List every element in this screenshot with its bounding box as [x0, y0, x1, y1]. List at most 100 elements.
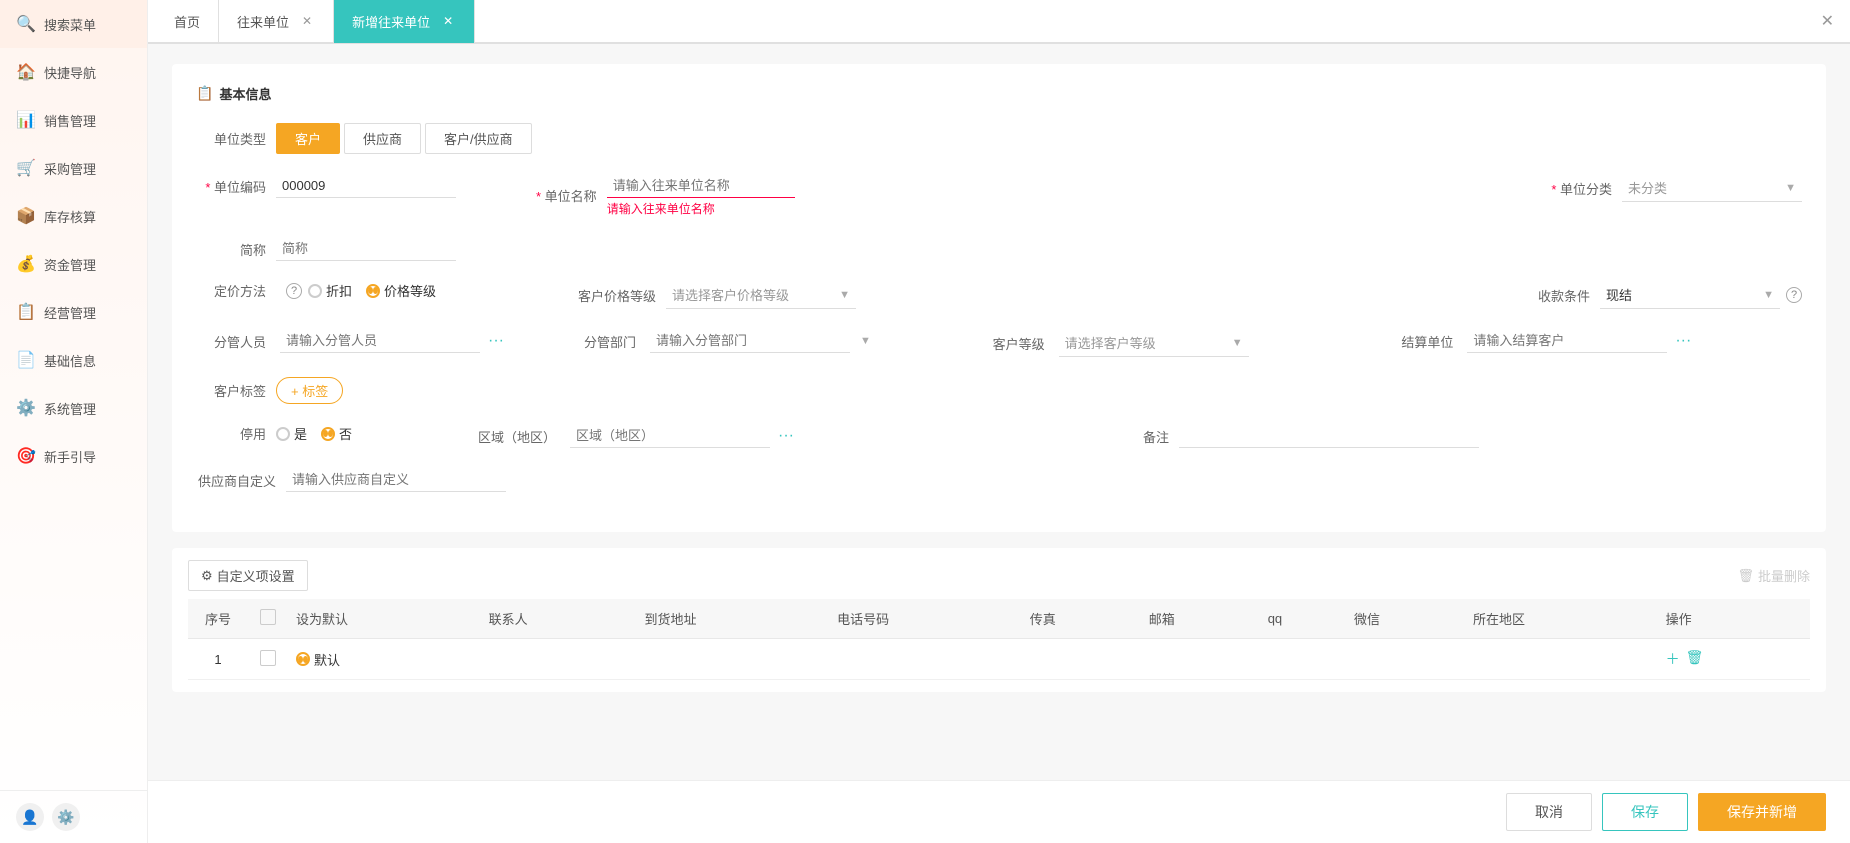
- unit-code-group: 单位编码: [196, 174, 536, 198]
- region-input[interactable]: [570, 424, 770, 448]
- cancel-button[interactable]: 取消: [1506, 793, 1592, 831]
- sidebar-item-guide[interactable]: 🎯新手引导: [0, 432, 147, 480]
- pricing-radio-discount[interactable]: 折扣: [308, 281, 352, 300]
- unit-type-buttons: 客户供应商客户/供应商: [276, 123, 532, 154]
- unit-code-label: 单位编码: [196, 177, 276, 196]
- settings-icon[interactable]: ⚙️: [52, 803, 80, 831]
- cell-email: [1141, 639, 1260, 680]
- region-group: 区域（地区） ···: [476, 424, 1139, 448]
- department-input[interactable]: [650, 329, 850, 353]
- search-icon: 🔍: [16, 14, 36, 34]
- cell-seq: 1: [188, 639, 248, 680]
- note-label: 备注: [1139, 427, 1179, 446]
- department-label: 分管部门: [576, 332, 646, 351]
- custom-settings-button[interactable]: ⚙ 自定义项设置: [188, 560, 308, 591]
- unit-code-input[interactable]: [276, 174, 456, 198]
- unit-type-both-button[interactable]: 客户/供应商: [425, 123, 532, 154]
- add-row-button[interactable]: ＋: [1666, 649, 1680, 669]
- customer-level-select[interactable]: 请选择客户等级 ▼: [1059, 329, 1249, 357]
- sales-icon: 📊: [16, 110, 36, 130]
- disabled-radio-no[interactable]: 否: [321, 424, 352, 443]
- system-icon: ⚙️: [16, 398, 36, 418]
- region-more-icon[interactable]: ···: [774, 427, 798, 445]
- unit-category-select[interactable]: 未分类 ▼: [1622, 174, 1802, 202]
- contacts-table: 序号 设为默认 联系人 到货地址 电话号码 传真 邮箱 qq 微信 所在地区 操…: [188, 599, 1810, 680]
- payment-terms-group: 收款条件 现结 ▼ ?: [1189, 281, 1802, 309]
- unit-type-group: 单位类型 客户供应商客户/供应商: [196, 123, 1802, 154]
- col-contact: 联系人: [481, 599, 637, 639]
- unit-name-error: 请输入往来单位名称: [607, 200, 795, 217]
- yes-disabled-label: 是: [294, 424, 307, 443]
- default-radio-circle: [296, 652, 310, 666]
- sidebar-bottom: 👤 ⚙️: [0, 790, 147, 843]
- region-label: 区域（地区）: [476, 427, 566, 446]
- note-input[interactable]: [1179, 424, 1479, 448]
- supplier-custom-input[interactable]: [286, 468, 506, 492]
- pricing-radio-group: 折扣 价格等级: [308, 281, 436, 300]
- customer-price-select[interactable]: 请选择客户价格等级 ▼: [666, 281, 856, 309]
- no-disabled-label: 否: [339, 424, 352, 443]
- sidebar-search[interactable]: 🔍 搜索菜单: [0, 0, 147, 48]
- row-default-radio[interactable]: 默认: [296, 650, 473, 669]
- payment-help-icon[interactable]: ?: [1786, 287, 1802, 303]
- gear-icon: ⚙: [201, 568, 213, 584]
- tab-label: 首页: [174, 12, 200, 31]
- section-title: 📋 基本信息: [196, 84, 1802, 103]
- col-address: 到货地址: [636, 599, 829, 639]
- tab-partners[interactable]: 往来单位✕: [219, 0, 334, 43]
- settlement-input[interactable]: [1467, 329, 1667, 353]
- add-tag-button[interactable]: + 标签: [276, 377, 343, 404]
- disabled-label: 停用: [196, 424, 276, 443]
- unit-name-input[interactable]: [607, 174, 795, 198]
- short-name-group: 简称: [196, 237, 536, 261]
- settlement-more-icon[interactable]: ···: [1671, 332, 1695, 350]
- row-checkbox[interactable]: [260, 650, 276, 666]
- sidebar-item-inventory[interactable]: 📦库存核算: [0, 192, 147, 240]
- tab-new-partner[interactable]: 新增往来单位✕: [334, 0, 475, 43]
- payment-terms-select[interactable]: 现结 ▼: [1600, 281, 1780, 309]
- unit-type-supplier-button[interactable]: 供应商: [344, 123, 421, 154]
- sidebar-item-basics[interactable]: 📄基础信息: [0, 336, 147, 384]
- select-all-checkbox[interactable]: [260, 609, 276, 625]
- user-avatar[interactable]: 👤: [16, 803, 44, 831]
- save-new-button[interactable]: 保存并新增: [1698, 793, 1826, 831]
- pricing-radio-price-level[interactable]: 价格等级: [366, 281, 436, 300]
- sidebar-item-purchase[interactable]: 🛒采购管理: [0, 144, 147, 192]
- sidebar-item-label: 系统管理: [44, 399, 96, 418]
- sidebar-item-sales[interactable]: 📊销售管理: [0, 96, 147, 144]
- sidebar-item-system[interactable]: ⚙️ 系统管理: [0, 384, 147, 432]
- sidebar-item-finance[interactable]: 💰资金管理: [0, 240, 147, 288]
- payment-terms-label: 收款条件: [1530, 286, 1600, 305]
- department-select[interactable]: ▼: [854, 331, 877, 351]
- col-default: 设为默认: [288, 599, 481, 639]
- disabled-radio-yes[interactable]: 是: [276, 424, 307, 443]
- pricing-method-label: 定价方法: [196, 281, 276, 300]
- col-checkbox: [248, 599, 288, 639]
- unit-category-group: 单位分类 未分类 ▼: [1169, 174, 1802, 202]
- note-group: 备注: [1139, 424, 1802, 448]
- sidebar-item-operations[interactable]: 📋经营管理: [0, 288, 147, 336]
- manager-label: 分管人员: [196, 332, 276, 351]
- save-button[interactable]: 保存: [1602, 793, 1688, 831]
- cell-qq: [1260, 639, 1346, 680]
- unit-type-customer-button[interactable]: 客户: [276, 123, 340, 154]
- settlement-group: 结算单位 ···: [1393, 329, 1802, 353]
- close-all-button[interactable]: ✕: [1813, 7, 1842, 35]
- pricing-help-icon[interactable]: ?: [286, 283, 302, 299]
- manager-more-icon[interactable]: ···: [484, 332, 508, 350]
- manager-input[interactable]: [280, 329, 480, 353]
- supplier-custom-label: 供应商自定义: [196, 471, 286, 490]
- cell-default: 默认: [288, 639, 481, 680]
- sidebar-item-quick-nav[interactable]: 🏠快捷导航: [0, 48, 147, 96]
- delete-row-button[interactable]: 🗑: [1686, 649, 1704, 669]
- tab-close-new-partner[interactable]: ✕: [440, 13, 456, 29]
- tag-group: 客户标签 + 标签: [196, 377, 1802, 404]
- pricing-method-group: 定价方法 ? 折扣 价格等级: [196, 281, 576, 300]
- short-name-input[interactable]: [276, 237, 456, 261]
- chevron-down-icon: ▼: [1763, 289, 1774, 301]
- tab-home[interactable]: 首页: [156, 0, 219, 43]
- chevron-down-icon: ▼: [860, 335, 871, 347]
- cell-address: [636, 639, 829, 680]
- batch-delete-button[interactable]: 🗑 批量删除: [1737, 566, 1810, 585]
- tab-close-partners[interactable]: ✕: [299, 13, 315, 29]
